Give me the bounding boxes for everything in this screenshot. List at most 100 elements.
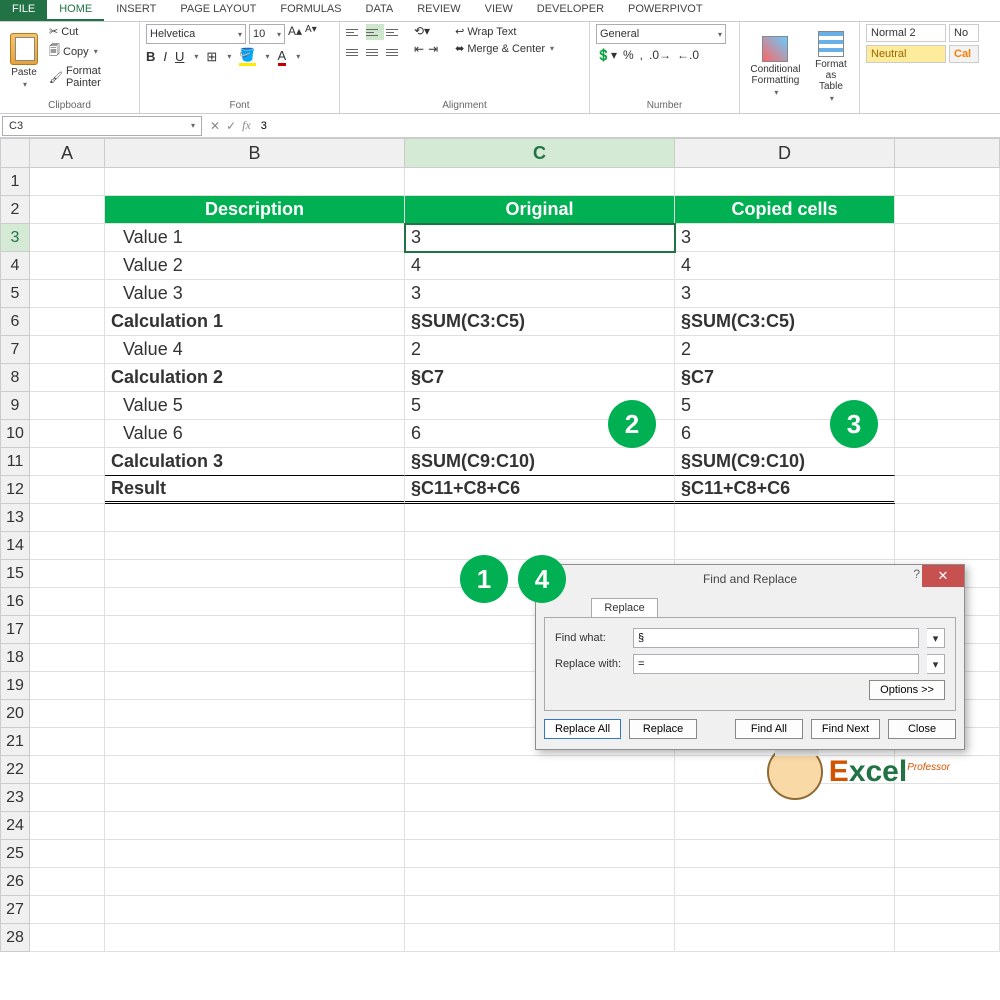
cell-C13[interactable] [405, 504, 675, 532]
copy-button[interactable]: 🗐Copy▾ [46, 41, 133, 62]
row-header-14[interactable]: 14 [0, 532, 30, 560]
cell-8[interactable] [895, 364, 1000, 392]
cancel-formula-icon[interactable]: ✕ [210, 119, 220, 133]
tab-file[interactable]: FILE [0, 0, 47, 21]
cell-B20[interactable] [105, 700, 405, 728]
row-header-13[interactable]: 13 [0, 504, 30, 532]
horizontal-align-buttons[interactable] [346, 44, 404, 60]
row-header-7[interactable]: 7 [0, 336, 30, 364]
cell-B12[interactable]: Result [105, 476, 405, 504]
row-header-16[interactable]: 16 [0, 588, 30, 616]
cell-D24[interactable] [675, 812, 895, 840]
cell-24[interactable] [895, 812, 1000, 840]
col-header-A[interactable]: A [30, 138, 105, 168]
cell-D8[interactable]: §C7 [675, 364, 895, 392]
cell-D4[interactable]: 4 [675, 252, 895, 280]
cell-A17[interactable] [30, 616, 105, 644]
cell-27[interactable] [895, 896, 1000, 924]
cell-D26[interactable] [675, 868, 895, 896]
cell-B4[interactable]: Value 2 [105, 252, 405, 280]
replace-tab[interactable]: Replace [591, 598, 657, 618]
cell-C25[interactable] [405, 840, 675, 868]
vertical-align-buttons[interactable] [346, 24, 404, 40]
cell-B25[interactable] [105, 840, 405, 868]
tab-page-layout[interactable]: PAGE LAYOUT [168, 0, 268, 21]
cell-B6[interactable]: Calculation 1 [105, 308, 405, 336]
cell-A26[interactable] [30, 868, 105, 896]
cell-C26[interactable] [405, 868, 675, 896]
replace-button[interactable]: Replace [629, 719, 697, 739]
paste-button[interactable]: Paste▾ [6, 24, 42, 98]
col-header-D[interactable]: D [675, 138, 895, 168]
cut-button[interactable]: ✂Cut [46, 24, 133, 39]
cell-D13[interactable] [675, 504, 895, 532]
cell-3[interactable] [895, 224, 1000, 252]
cell-B13[interactable] [105, 504, 405, 532]
cell-B18[interactable] [105, 644, 405, 672]
cell-D28[interactable] [675, 924, 895, 952]
cell-B9[interactable]: Value 5 [105, 392, 405, 420]
cell-12[interactable] [895, 476, 1000, 504]
cell-5[interactable] [895, 280, 1000, 308]
cell-B5[interactable]: Value 3 [105, 280, 405, 308]
fx-icon[interactable]: fx [242, 118, 251, 133]
cell-C28[interactable] [405, 924, 675, 952]
find-next-button[interactable]: Find Next [811, 719, 880, 739]
cell-B26[interactable] [105, 868, 405, 896]
replace-dropdown[interactable]: ▾ [927, 654, 945, 674]
cell-6[interactable] [895, 308, 1000, 336]
cell-B17[interactable] [105, 616, 405, 644]
italic-button[interactable]: I [163, 49, 167, 64]
replace-all-button[interactable]: Replace All [544, 719, 621, 739]
row-header-9[interactable]: 9 [0, 392, 30, 420]
cell-B8[interactable]: Calculation 2 [105, 364, 405, 392]
cell-D11[interactable]: §SUM(C9:C10) [675, 448, 895, 476]
cell-11[interactable] [895, 448, 1000, 476]
cell-C24[interactable] [405, 812, 675, 840]
cell-C27[interactable] [405, 896, 675, 924]
row-header-23[interactable]: 23 [0, 784, 30, 812]
select-all-corner[interactable] [0, 138, 30, 168]
cell-A24[interactable] [30, 812, 105, 840]
find-dropdown[interactable]: ▾ [927, 628, 945, 648]
percent-button[interactable]: % [623, 48, 634, 62]
row-header-6[interactable]: 6 [0, 308, 30, 336]
merge-center-button[interactable]: ⬌Merge & Center▾ [452, 41, 557, 56]
cell-A27[interactable] [30, 896, 105, 924]
cell-A13[interactable] [30, 504, 105, 532]
cell-A15[interactable] [30, 560, 105, 588]
row-header-4[interactable]: 4 [0, 252, 30, 280]
conditional-formatting-button[interactable]: Conditional Formatting▾ [746, 24, 805, 109]
col-header-blank[interactable] [895, 138, 1000, 168]
row-header-20[interactable]: 20 [0, 700, 30, 728]
cell-D5[interactable]: 3 [675, 280, 895, 308]
cell-A9[interactable] [30, 392, 105, 420]
style-neutral[interactable]: Neutral [866, 45, 946, 63]
cell-A11[interactable] [30, 448, 105, 476]
cell-9[interactable] [895, 392, 1000, 420]
cell-A25[interactable] [30, 840, 105, 868]
cell-B24[interactable] [105, 812, 405, 840]
cell-A3[interactable] [30, 224, 105, 252]
cell-A4[interactable] [30, 252, 105, 280]
row-header-8[interactable]: 8 [0, 364, 30, 392]
cell-14[interactable] [895, 532, 1000, 560]
cell-A16[interactable] [30, 588, 105, 616]
options-button[interactable]: Options >> [869, 680, 945, 700]
cell-13[interactable] [895, 504, 1000, 532]
cell-C5[interactable]: 3 [405, 280, 675, 308]
cell-D2[interactable]: Copied cells [675, 196, 895, 224]
enter-formula-icon[interactable]: ✓ [226, 119, 236, 133]
cell-C2[interactable]: Original [405, 196, 675, 224]
tab-developer[interactable]: DEVELOPER [525, 0, 616, 21]
cell-A1[interactable] [30, 168, 105, 196]
cell-C23[interactable] [405, 784, 675, 812]
cell-B21[interactable] [105, 728, 405, 756]
cell-B27[interactable] [105, 896, 405, 924]
cell-A14[interactable] [30, 532, 105, 560]
name-box[interactable]: C3▾ [2, 116, 202, 136]
cell-26[interactable] [895, 868, 1000, 896]
row-header-25[interactable]: 25 [0, 840, 30, 868]
dialog-help-button[interactable]: ? [913, 567, 920, 581]
underline-button[interactable]: U [175, 49, 184, 64]
